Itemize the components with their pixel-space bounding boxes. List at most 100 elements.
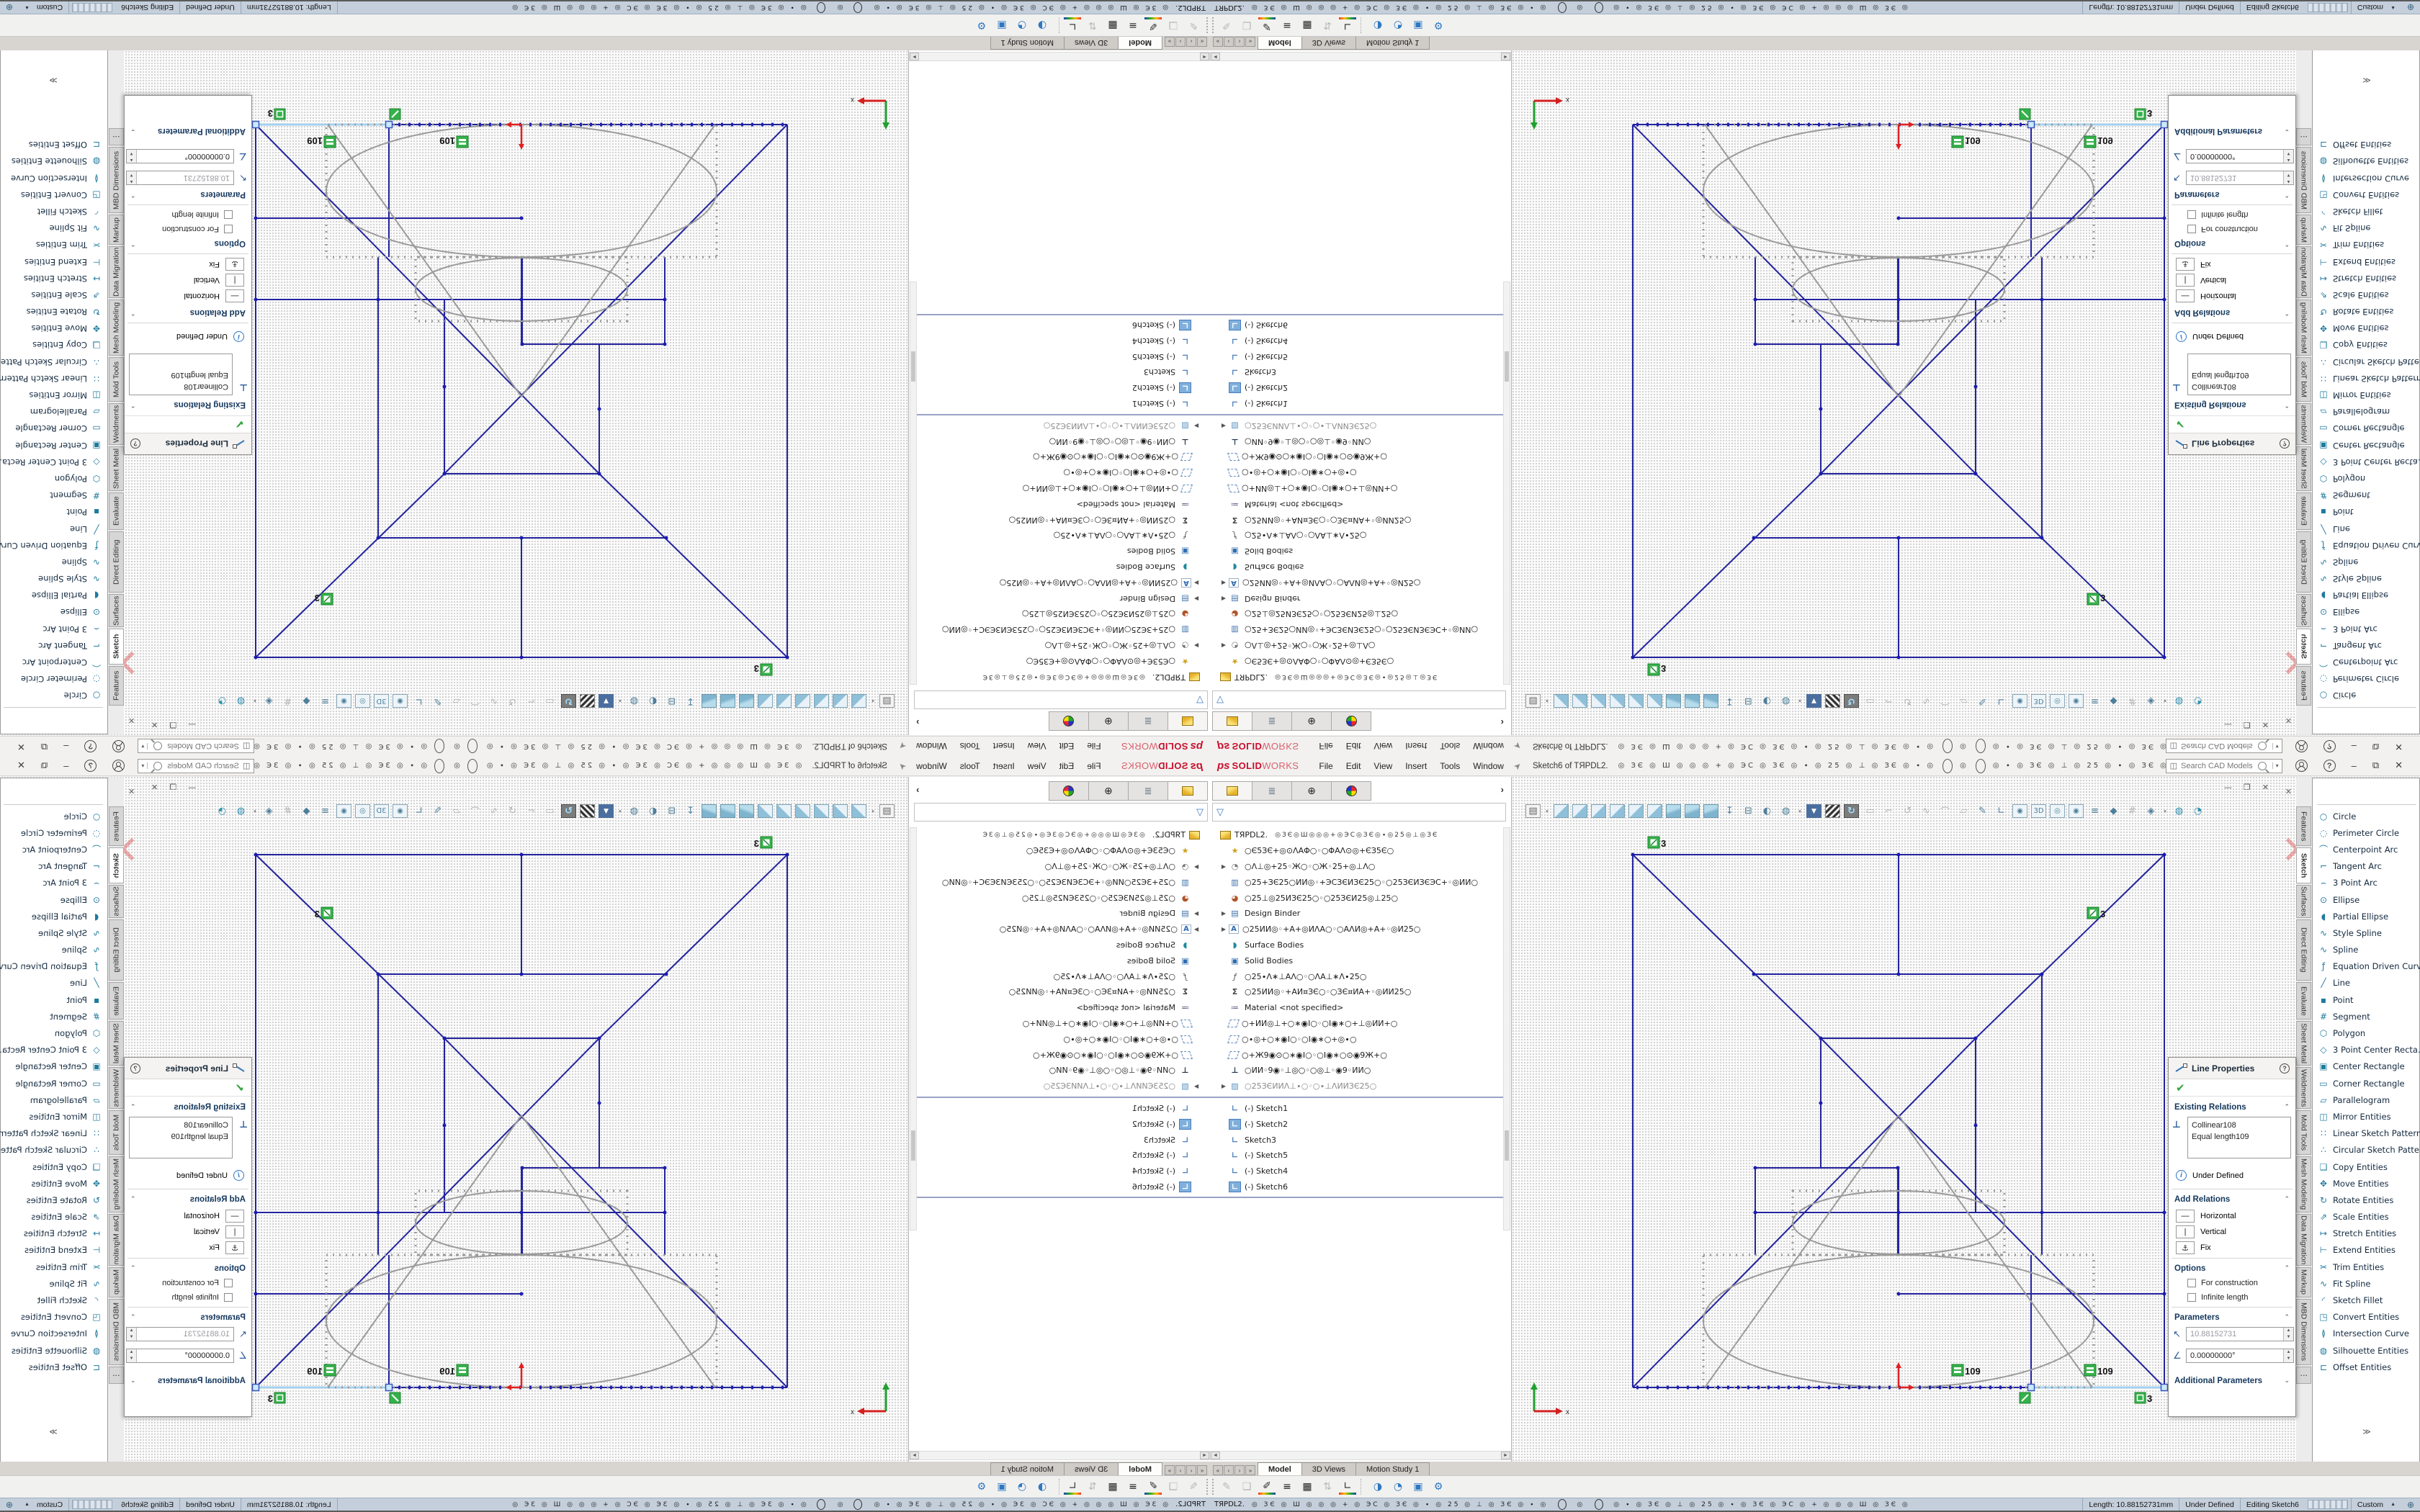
relation-badge-parallel[interactable]	[2020, 109, 2030, 120]
menu-item-stretch-entities[interactable]: ↦Stretch Entities	[2313, 1225, 2420, 1242]
tab-mold-tools[interactable]: Mold Tools	[109, 1110, 124, 1155]
tab-configurationmanager[interactable]: ⊕	[1088, 781, 1129, 801]
view-toolbar-icon[interactable]: ◎	[2050, 694, 2065, 708]
view-toolbar-icon[interactable]: ◍	[627, 694, 642, 708]
expand-arrow-icon[interactable]: ▶	[1219, 926, 1229, 932]
view-toolbar-icon[interactable]: ▭	[1863, 694, 1878, 708]
relation-badge-equal[interactable]: 109	[2084, 135, 2113, 148]
tab-markup[interactable]: Markup	[109, 215, 124, 245]
view-toolbar-icon[interactable]: ↻	[561, 804, 576, 818]
view-toolbar-icon[interactable]	[833, 804, 848, 818]
relations-list[interactable]: Collinear108 Equal length109	[129, 354, 233, 395]
tab-mbd-dimensions[interactable]: MBD Dimensions	[2296, 1299, 2311, 1365]
tree-row[interactable]: ▶▨○25ЗЄИИΛ⊥∙○◦○∙⊥ΛИИЗЄ25○	[1210, 1079, 1502, 1094]
status-profile[interactable]: Custom ▲	[2351, 1, 2401, 14]
view-toolbar-icon[interactable]	[776, 804, 792, 818]
view-toolbar-icon[interactable]: ▾	[1544, 804, 1550, 818]
tab-scroll-icon[interactable]: «	[1197, 37, 1207, 47]
view-toolbar-icon[interactable]: ◍	[627, 804, 642, 818]
view-toolbar-icon[interactable]	[1628, 694, 1644, 708]
bottom-toolbar-icon[interactable]: ✐	[1144, 17, 1162, 33]
length-field[interactable]: 10.88152731 ▲▼	[126, 1327, 234, 1341]
bottom-toolbar-icon[interactable]: ◔	[1389, 17, 1407, 33]
tab-displaymanager[interactable]	[1331, 781, 1371, 801]
tree-row[interactable]: ▥○25+ЗЄ25○ИИ◎◦+ЭСЗЄИЗЄ25○◦○25ЗЄИЗЄЭС+◦◎И…	[1210, 874, 1502, 890]
tab-model[interactable]: Model	[1258, 37, 1302, 50]
tree-hscrollbar[interactable]: ◄ ►	[909, 52, 1210, 61]
menu-window[interactable]: Window	[1473, 742, 1504, 752]
child-restore-icon[interactable]: ❐	[169, 720, 176, 729]
view-toolbar-icon[interactable]: ◈	[2143, 804, 2159, 818]
tab-markup[interactable]: Markup	[109, 1267, 124, 1297]
relation-badge-equal[interactable]: 109	[1952, 135, 1981, 148]
tree-row[interactable]: ▣Solid Bodies	[1210, 953, 1502, 968]
menu-item-copy-entities[interactable]: ❏Copy Entities	[2313, 1158, 2420, 1175]
tree-filter-input[interactable]: ▽	[1212, 803, 1506, 822]
bottom-toolbar-icon[interactable]: ✎	[1218, 17, 1235, 33]
tree-row[interactable]: ◗Surface Bodies	[1210, 559, 1502, 575]
section-add-relations[interactable]: Add Relations⌃	[2169, 1193, 2295, 1205]
tree-row[interactable]: ∟(-) Sketch6	[918, 318, 1210, 333]
tab-scroll-icon[interactable]: «	[1213, 1465, 1223, 1475]
menu-item-convert-entities[interactable]: ◳Convert Entities	[0, 1309, 107, 1326]
rollback-bar[interactable]	[913, 413, 1210, 415]
view-toolbar-icon[interactable]: ▾	[617, 694, 623, 708]
view-toolbar-icon[interactable]: ◍	[1778, 804, 1793, 818]
tab-surfaces[interactable]: Surfaces	[2296, 594, 2311, 627]
tab-featuremanager[interactable]	[1168, 781, 1208, 801]
toolbar-drag-handle[interactable]	[1204, 17, 1208, 33]
bottom-toolbar-icon[interactable]: ◑	[1369, 17, 1386, 33]
spinner[interactable]: ▲▼	[2283, 171, 2293, 184]
view-toolbar-icon[interactable]: ◐	[1760, 804, 1775, 818]
tree-row[interactable]: ⊥○ИИ◦9◉◦⊥◎○◦○◎⊥◦◉9◦ИИ○	[1210, 433, 1502, 449]
tree-row[interactable]: ◗Surface Bodies	[1210, 937, 1502, 953]
view-toolbar-icon[interactable]	[758, 804, 773, 818]
account-icon[interactable]	[112, 760, 125, 772]
view-toolbar-icon[interactable]: ◎	[2050, 804, 2065, 818]
view-toolbar-icon[interactable]: ◈	[261, 804, 277, 818]
section-additional-parameters[interactable]: Additional Parameters⌄	[125, 125, 251, 138]
tree-row[interactable]: ∟(-) Sketch1	[1210, 396, 1502, 412]
menu-item-intersection-curve[interactable]: ≬Intersection Curve	[2313, 1326, 2420, 1342]
tree-row[interactable]: ▶A○25ИИ◎◦+Α+◎ИΛΑ○◦○ΑΛИ◎+Α+◦◎И25○	[918, 575, 1210, 590]
expand-panel-icon[interactable]: ›	[916, 717, 919, 728]
menu-item-parallelogram[interactable]: ▱Parallelogram	[2313, 1092, 2420, 1108]
fix-button[interactable]: ⚓	[225, 258, 244, 271]
scroll-left-icon[interactable]: ◄	[1200, 53, 1209, 60]
menu-item-circular-sketch-pattern[interactable]: ∴Circular Sketch Pattern	[2313, 1142, 2420, 1158]
help-icon[interactable]: ?	[84, 760, 97, 772]
tab-data-migration[interactable]: Data Migration	[109, 246, 124, 298]
globe-icon[interactable]: ⊕	[0, 3, 19, 13]
child-minimize-icon[interactable]: —	[2224, 783, 2232, 792]
vertical-button[interactable]: |	[2176, 1225, 2195, 1238]
menu-item-extend-entities[interactable]: ⊢Extend Entities	[0, 1242, 107, 1259]
menu-item-3-point-arc[interactable]: ⌢3 Point Arc	[2313, 621, 2420, 637]
tab-sketch[interactable]: Sketch	[2296, 847, 2311, 883]
tree-row[interactable]: ∟(-) Sketch6	[1210, 318, 1502, 333]
expand-arrow-icon[interactable]: ▶	[1191, 595, 1201, 602]
menu-insert[interactable]: Insert	[993, 742, 1015, 752]
tab-featuremanager[interactable]	[1212, 781, 1252, 801]
view-toolbar-icon[interactable]: ↺	[1900, 694, 1915, 708]
tab-sheet-metal[interactable]: Sheet Metal	[109, 446, 124, 491]
view-toolbar-icon[interactable]: ⌐	[1881, 804, 1896, 818]
panel-close-icon[interactable]: ✕	[2285, 787, 2292, 796]
section-options[interactable]: Options⌃	[2169, 1262, 2295, 1274]
search-input[interactable]: ◫ Search CAD Models ▾	[138, 759, 254, 773]
tab-markup[interactable]: Markup	[2296, 1267, 2311, 1297]
tab-motion-study-1[interactable]: Motion Study 1	[990, 1462, 1065, 1475]
menu-window[interactable]: Window	[916, 761, 947, 771]
tab-mesh-modeling[interactable]: Mesh Modeling	[109, 300, 124, 356]
quick-access-toolbar[interactable]: ◎ ЗЄ ◎ Ш ◎ ◎ ◎ + ◎ ЭС ◎ ЗЄ ◎ ∙ ◎ 25 ◎ ⊥ …	[254, 739, 802, 754]
view-toolbar-icon[interactable]: ◉	[393, 804, 408, 818]
view-toolbar-icon[interactable]: ↧	[1722, 694, 1737, 708]
view-toolbar-icon[interactable]	[1825, 804, 1840, 818]
tab-scroll-icon[interactable]: «	[1213, 37, 1223, 47]
quick-access-toolbar[interactable]: ◎ ЗЄ ◎ Ш ◎ ◎ ◎ + ◎ ЭС ◎ ЗЄ ◎ ∙ ◎ 25 ◎ ⊥ …	[254, 759, 802, 773]
menu-edit[interactable]: Edit	[1346, 742, 1361, 752]
view-toolbar-icon[interactable]: ∿	[486, 694, 501, 708]
tree-row[interactable]: ∟(-) Sketch1	[918, 396, 1210, 412]
bottom-toolbar-icon[interactable]: ❏	[1238, 1479, 1255, 1495]
tab-scroll-icon[interactable]: »	[1245, 1465, 1255, 1475]
view-toolbar-icon[interactable]: ◍	[1778, 694, 1793, 708]
